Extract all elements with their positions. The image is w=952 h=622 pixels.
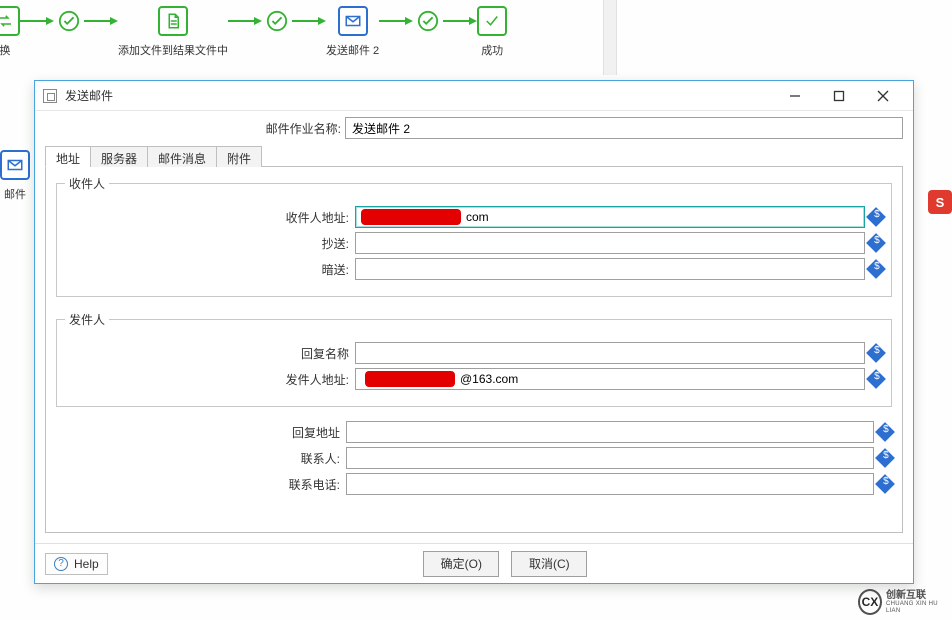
maximize-icon xyxy=(833,90,845,102)
check-icon xyxy=(413,6,443,36)
variable-picker-button[interactable] xyxy=(866,259,886,279)
workflow-strip: 换 添加文件到结果文件中 发送邮件 2 成功 xyxy=(0,6,952,66)
recipient-addr-label: 收件人地址: xyxy=(65,209,355,226)
tabs: 地址 服务器 邮件消息 附件 xyxy=(45,145,903,167)
brand-line1: 创新互联 xyxy=(886,590,948,601)
contact-input[interactable] xyxy=(346,447,874,469)
workflow-node-label: 邮件 xyxy=(4,186,26,202)
tabpane-address: 收件人 收件人地址: 抄送: 暗送: xyxy=(45,167,903,533)
background-scrollbar[interactable] xyxy=(603,0,617,75)
send-mail-dialog: 发送邮件 邮件作业名称: 地址 服务器 邮件消息 附件 收件人 收件人地址: xyxy=(34,80,914,584)
mail-icon xyxy=(6,156,24,174)
reply-addr-label: 回复地址 xyxy=(56,424,346,441)
mail-icon xyxy=(344,12,362,30)
brand-line2: CHUANG XIN HU LIAN xyxy=(886,601,948,614)
workflow-arrow xyxy=(84,6,118,36)
workflow-node-label: 换 xyxy=(0,42,11,58)
workflow-node-label: 成功 xyxy=(481,42,503,58)
sender-addr-input[interactable] xyxy=(355,368,865,390)
variable-picker-button[interactable] xyxy=(866,369,886,389)
help-button[interactable]: ? Help xyxy=(45,553,108,575)
help-icon: ? xyxy=(54,557,68,571)
close-button[interactable] xyxy=(861,81,905,111)
ime-badge-text: S xyxy=(936,195,945,210)
workflow-node-sendmail[interactable] xyxy=(338,6,368,36)
variable-picker-button[interactable] xyxy=(866,343,886,363)
document-icon xyxy=(164,12,182,30)
ok-button[interactable]: 确定(O) xyxy=(423,551,499,577)
cancel-button[interactable]: 取消(C) xyxy=(511,551,587,577)
check-icon xyxy=(262,6,292,36)
maximize-button[interactable] xyxy=(817,81,861,111)
help-label: Help xyxy=(74,557,99,571)
workflow-arrow xyxy=(379,6,413,36)
brand-logo: CX 创新互联 CHUANG XIN HU LIAN xyxy=(858,586,948,618)
workflow-arrow xyxy=(443,6,477,36)
workflow-node-label: 添加文件到结果文件中 xyxy=(118,42,228,58)
sender-legend: 发件人 xyxy=(65,311,109,328)
sender-fieldset: 发件人 回复名称 发件人地址: xyxy=(56,311,892,407)
bcc-label: 暗送: xyxy=(65,261,355,278)
variable-picker-button[interactable] xyxy=(875,474,895,494)
ok-button-label: 确定(O) xyxy=(441,555,482,572)
tab-server[interactable]: 服务器 xyxy=(90,146,148,167)
minimize-icon xyxy=(789,90,801,102)
bcc-input[interactable] xyxy=(355,258,865,280)
workflow-node-addfile[interactable] xyxy=(158,6,188,36)
workflow-node-partial[interactable] xyxy=(0,6,20,36)
ime-badge[interactable]: S xyxy=(928,190,952,214)
workflow-arrow xyxy=(20,6,54,36)
close-icon xyxy=(877,90,889,102)
tab-attachment[interactable]: 附件 xyxy=(216,146,262,167)
workflow-node-label: 发送邮件 2 xyxy=(326,42,379,58)
workflow-arrow xyxy=(292,6,326,36)
check-icon xyxy=(54,6,84,36)
variable-picker-button[interactable] xyxy=(866,233,886,253)
dialog-footer: ? Help 确定(O) 取消(C) xyxy=(35,543,913,583)
variable-picker-button[interactable] xyxy=(875,448,895,468)
recipient-addr-input[interactable] xyxy=(355,206,865,228)
recipient-fieldset: 收件人 收件人地址: 抄送: 暗送: xyxy=(56,175,892,297)
job-name-label: 邮件作业名称: xyxy=(45,120,345,137)
phone-label: 联系电话: xyxy=(56,476,346,493)
variable-picker-button[interactable] xyxy=(866,207,886,227)
check-icon xyxy=(483,12,501,30)
phone-input[interactable] xyxy=(346,473,874,495)
dialog-titlebar[interactable]: 发送邮件 xyxy=(35,81,913,111)
tab-message[interactable]: 邮件消息 xyxy=(147,146,217,167)
swap-icon xyxy=(0,12,14,30)
contact-label: 联系人: xyxy=(56,450,346,467)
sender-addr-label: 发件人地址: xyxy=(65,371,355,388)
reply-name-input[interactable] xyxy=(355,342,865,364)
workflow-arrow xyxy=(228,6,262,36)
tab-address[interactable]: 地址 xyxy=(45,146,91,167)
workflow-node-mail-partial[interactable]: 邮件 xyxy=(0,150,30,202)
recipient-legend: 收件人 xyxy=(65,175,109,192)
brand-mark: CX xyxy=(858,589,882,615)
job-name-input[interactable] xyxy=(345,117,903,139)
reply-name-label: 回复名称 xyxy=(65,345,355,362)
cancel-button-label: 取消(C) xyxy=(529,555,570,572)
minimize-button[interactable] xyxy=(773,81,817,111)
window-icon xyxy=(43,89,57,103)
cc-input[interactable] xyxy=(355,232,865,254)
workflow-node-success[interactable] xyxy=(477,6,507,36)
dialog-title: 发送邮件 xyxy=(65,87,773,104)
variable-picker-button[interactable] xyxy=(875,422,895,442)
reply-addr-input[interactable] xyxy=(346,421,874,443)
cc-label: 抄送: xyxy=(65,235,355,252)
